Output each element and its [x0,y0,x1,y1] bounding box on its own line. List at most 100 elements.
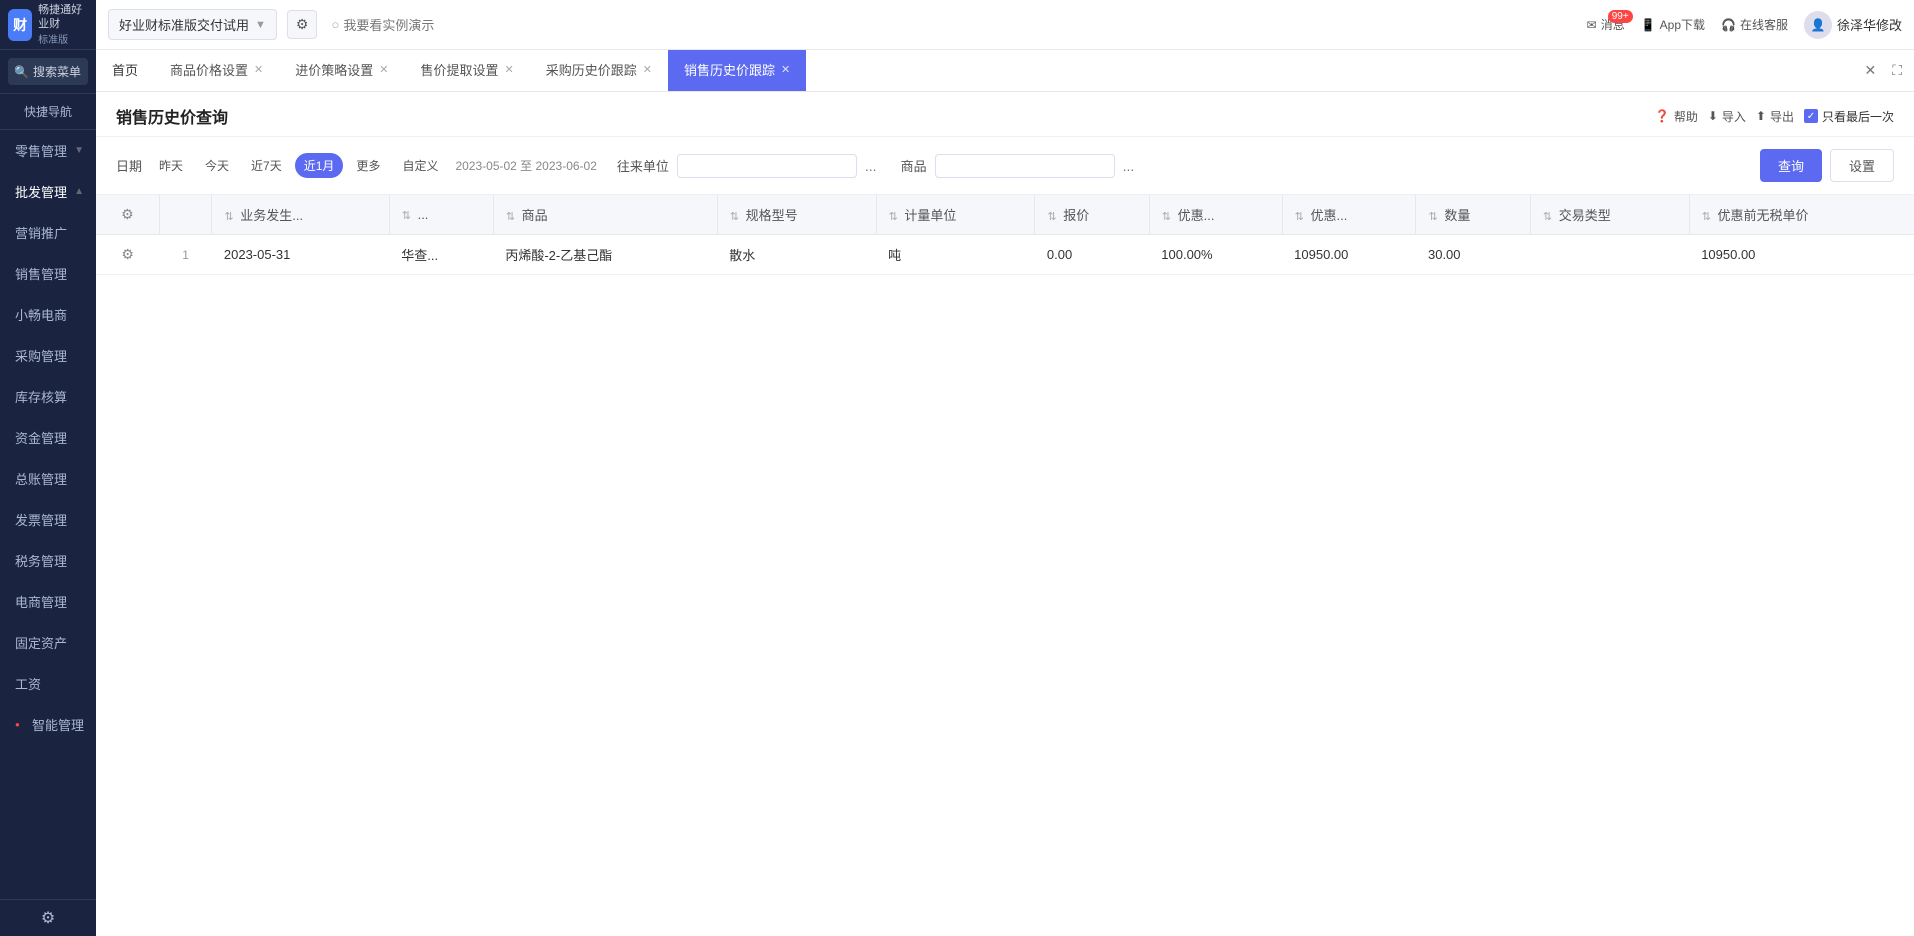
online-service-button[interactable]: 🎧 在线客服 [1721,16,1788,33]
table-col-spec[interactable]: ⇅ 规格型号 [717,195,876,235]
tabs-right-actions: ✕ ⛶ [1852,58,1914,83]
table-col-price[interactable]: ⇅ 报价 [1035,195,1149,235]
export-button[interactable]: ⬆ 导出 [1756,108,1794,125]
table-col-pretax-price[interactable]: ⇅ 优惠前无税单价 [1689,195,1914,235]
topbar-settings-button[interactable]: ⚙ [287,10,318,39]
headset-icon: 🎧 [1721,18,1736,32]
sidebar: 财 畅捷通好业财 标准版 🔍 搜索菜单 快捷导航 零售管理 ▼ 批发管理 ▲ 营… [0,0,96,936]
date-last1m-button[interactable]: 近1月 [295,153,344,178]
sidebar-settings-button[interactable]: ⚙ [41,908,55,928]
product-dots-button[interactable]: ... [1119,156,1139,176]
sidebar-item-smart-mgmt[interactable]: 智能管理 [0,704,96,745]
sidebar-item-ecom-lite[interactable]: 小畅电商 [0,294,96,335]
table-col-index [159,195,211,235]
sidebar-logo: 财 畅捷通好业财 标准版 [0,0,96,50]
chevron-icon: ▼ [74,145,84,156]
table-col-extra[interactable]: ⇅ ... [389,195,493,235]
table-col-date[interactable]: ⇅ 业务发生... [212,195,389,235]
tab-home[interactable]: 首页 [96,50,154,91]
tab-close-icon[interactable]: ✕ [379,63,388,76]
tab-close-icon[interactable]: ✕ [781,63,790,76]
app-download-button[interactable]: 📱 App下载 [1641,16,1705,33]
sidebar-item-wholesale[interactable]: 批发管理 ▲ [0,171,96,212]
table-col-product[interactable]: ⇅ 商品 [493,195,717,235]
search-menu-button[interactable]: 🔍 搜索菜单 [8,58,88,85]
customer-dots-button[interactable]: ... [861,156,881,176]
date-filter-group: 日期 昨天 今天 近7天 近1月 更多 自定义 2023-05-02 至 202… [116,153,597,178]
message-button[interactable]: ✉ 消息 99+ [1587,16,1625,33]
date-today-button[interactable]: 今天 [196,153,238,178]
sidebar-item-finance[interactable]: 资金管理 [0,417,96,458]
date-custom-button[interactable]: 自定义 [393,153,447,178]
sidebar-nav: 快捷导航 [0,94,96,130]
check-icon: ✓ [1807,111,1815,122]
table-col-gear: ⚙ [96,195,159,235]
query-button[interactable]: 查询 [1760,149,1822,182]
tab-close-icon[interactable]: ✕ [254,63,263,76]
tab-sale-history[interactable]: 销售历史价跟踪 ✕ [668,50,806,91]
sidebar-item-inventory[interactable]: 库存核算 [0,376,96,417]
sidebar-item-marketing[interactable]: 营销推广 [0,212,96,253]
filter-area: 日期 昨天 今天 近7天 近1月 更多 自定义 2023-05-02 至 202… [96,137,1914,195]
close-tab-button[interactable]: ✕ [1860,58,1880,83]
sidebar-item-sales-mgmt[interactable]: 销售管理 [0,253,96,294]
table-container: ⚙ ⇅ 业务发生... ⇅ ... ⇅ 商品 [96,195,1914,275]
row-qty: 30.00 [1416,235,1530,275]
import-icon: ⬇ [1708,109,1718,123]
main-area: 好业财标准版交付试用 ▼ ⚙ ○ 我要看实例演示 ✉ 消息 99+ 📱 App下… [96,0,1914,936]
row-gear-cell: ⚙ [96,235,159,275]
export-icon: ⬆ [1756,109,1766,123]
avatar: 👤 [1804,11,1832,39]
sidebar-item-invoice[interactable]: 发票管理 [0,499,96,540]
data-table: ⚙ ⇅ 业务发生... ⇅ ... ⇅ 商品 [96,195,1914,275]
sidebar-item-tax[interactable]: 税务管理 [0,540,96,581]
table-col-discount-pct[interactable]: ⇅ 优惠... [1149,195,1282,235]
maximize-tab-button[interactable]: ⛶ [1888,58,1906,83]
table-gear-button[interactable]: ⚙ [121,206,134,223]
tab-purchase-history[interactable]: 采购历史价跟踪 ✕ [530,50,668,91]
checkbox-box: ✓ [1804,109,1818,123]
tab-sale-price-extract[interactable]: 售价提取设置 ✕ [404,50,529,91]
date-filter-label: 日期 [116,156,142,175]
date-more-button[interactable]: 更多 [347,153,389,178]
sidebar-item-retail[interactable]: 零售管理 ▼ [0,130,96,171]
sidebar-item-purchase[interactable]: 采购管理 [0,335,96,376]
row-discount-pct: 100.00% [1149,235,1282,275]
import-button[interactable]: ⬇ 导入 [1708,108,1746,125]
row-spec: 散水 [717,235,876,275]
customer-select-area: ... [677,154,881,178]
date-last7-button[interactable]: 近7天 [242,153,291,178]
sort-icon: ⇅ [889,211,898,223]
app-download-icon: 📱 [1641,18,1656,32]
date-yesterday-button[interactable]: 昨天 [150,153,192,178]
only-last-checkbox[interactable]: ✓ 只看最后一次 [1804,108,1894,125]
table-col-qty[interactable]: ⇅ 数量 [1416,195,1530,235]
help-button[interactable]: ❓ 帮助 [1655,108,1698,125]
sidebar-item-ledger[interactable]: 总账管理 [0,458,96,499]
table-col-discount-amt[interactable]: ⇅ 优惠... [1282,195,1416,235]
sidebar-item-fixed-assets[interactable]: 固定资产 [0,622,96,663]
sort-icon: ⇅ [506,211,515,223]
user-menu[interactable]: 👤 徐泽华修改 [1804,11,1902,39]
row-price: 0.00 [1035,235,1149,275]
row-gear-button[interactable]: ⚙ [121,246,134,263]
customer-input[interactable] [677,154,857,178]
sidebar-item-payroll[interactable]: 工资 [0,663,96,704]
table-col-unit[interactable]: ⇅ 计量单位 [876,195,1035,235]
settings-filter-button[interactable]: 设置 [1830,149,1894,182]
content-area: 销售历史价查询 ❓ 帮助 ⬇ 导入 ⬆ 导出 ✓ 只 [96,92,1914,936]
tab-purchase-strategy[interactable]: 进价策略设置 ✕ [279,50,404,91]
table-col-trade-type[interactable]: ⇅ 交易类型 [1530,195,1689,235]
sidebar-logo-text: 畅捷通好业财 标准版 [38,3,88,47]
demo-link[interactable]: ○ 我要看实例演示 [331,15,434,34]
quick-nav-item[interactable]: 快捷导航 [0,98,96,125]
sidebar-item-ecom[interactable]: 电商管理 [0,581,96,622]
tab-close-icon[interactable]: ✕ [505,63,514,76]
row-index: 1 [159,235,211,275]
message-icon: ✉ [1587,18,1597,32]
tab-product-price[interactable]: 商品价格设置 ✕ [154,50,279,91]
sidebar-search-section: 🔍 搜索菜单 [0,50,96,94]
tab-close-icon[interactable]: ✕ [643,63,652,76]
product-input[interactable] [935,154,1115,178]
module-select[interactable]: 好业财标准版交付试用 ▼ [108,9,277,40]
